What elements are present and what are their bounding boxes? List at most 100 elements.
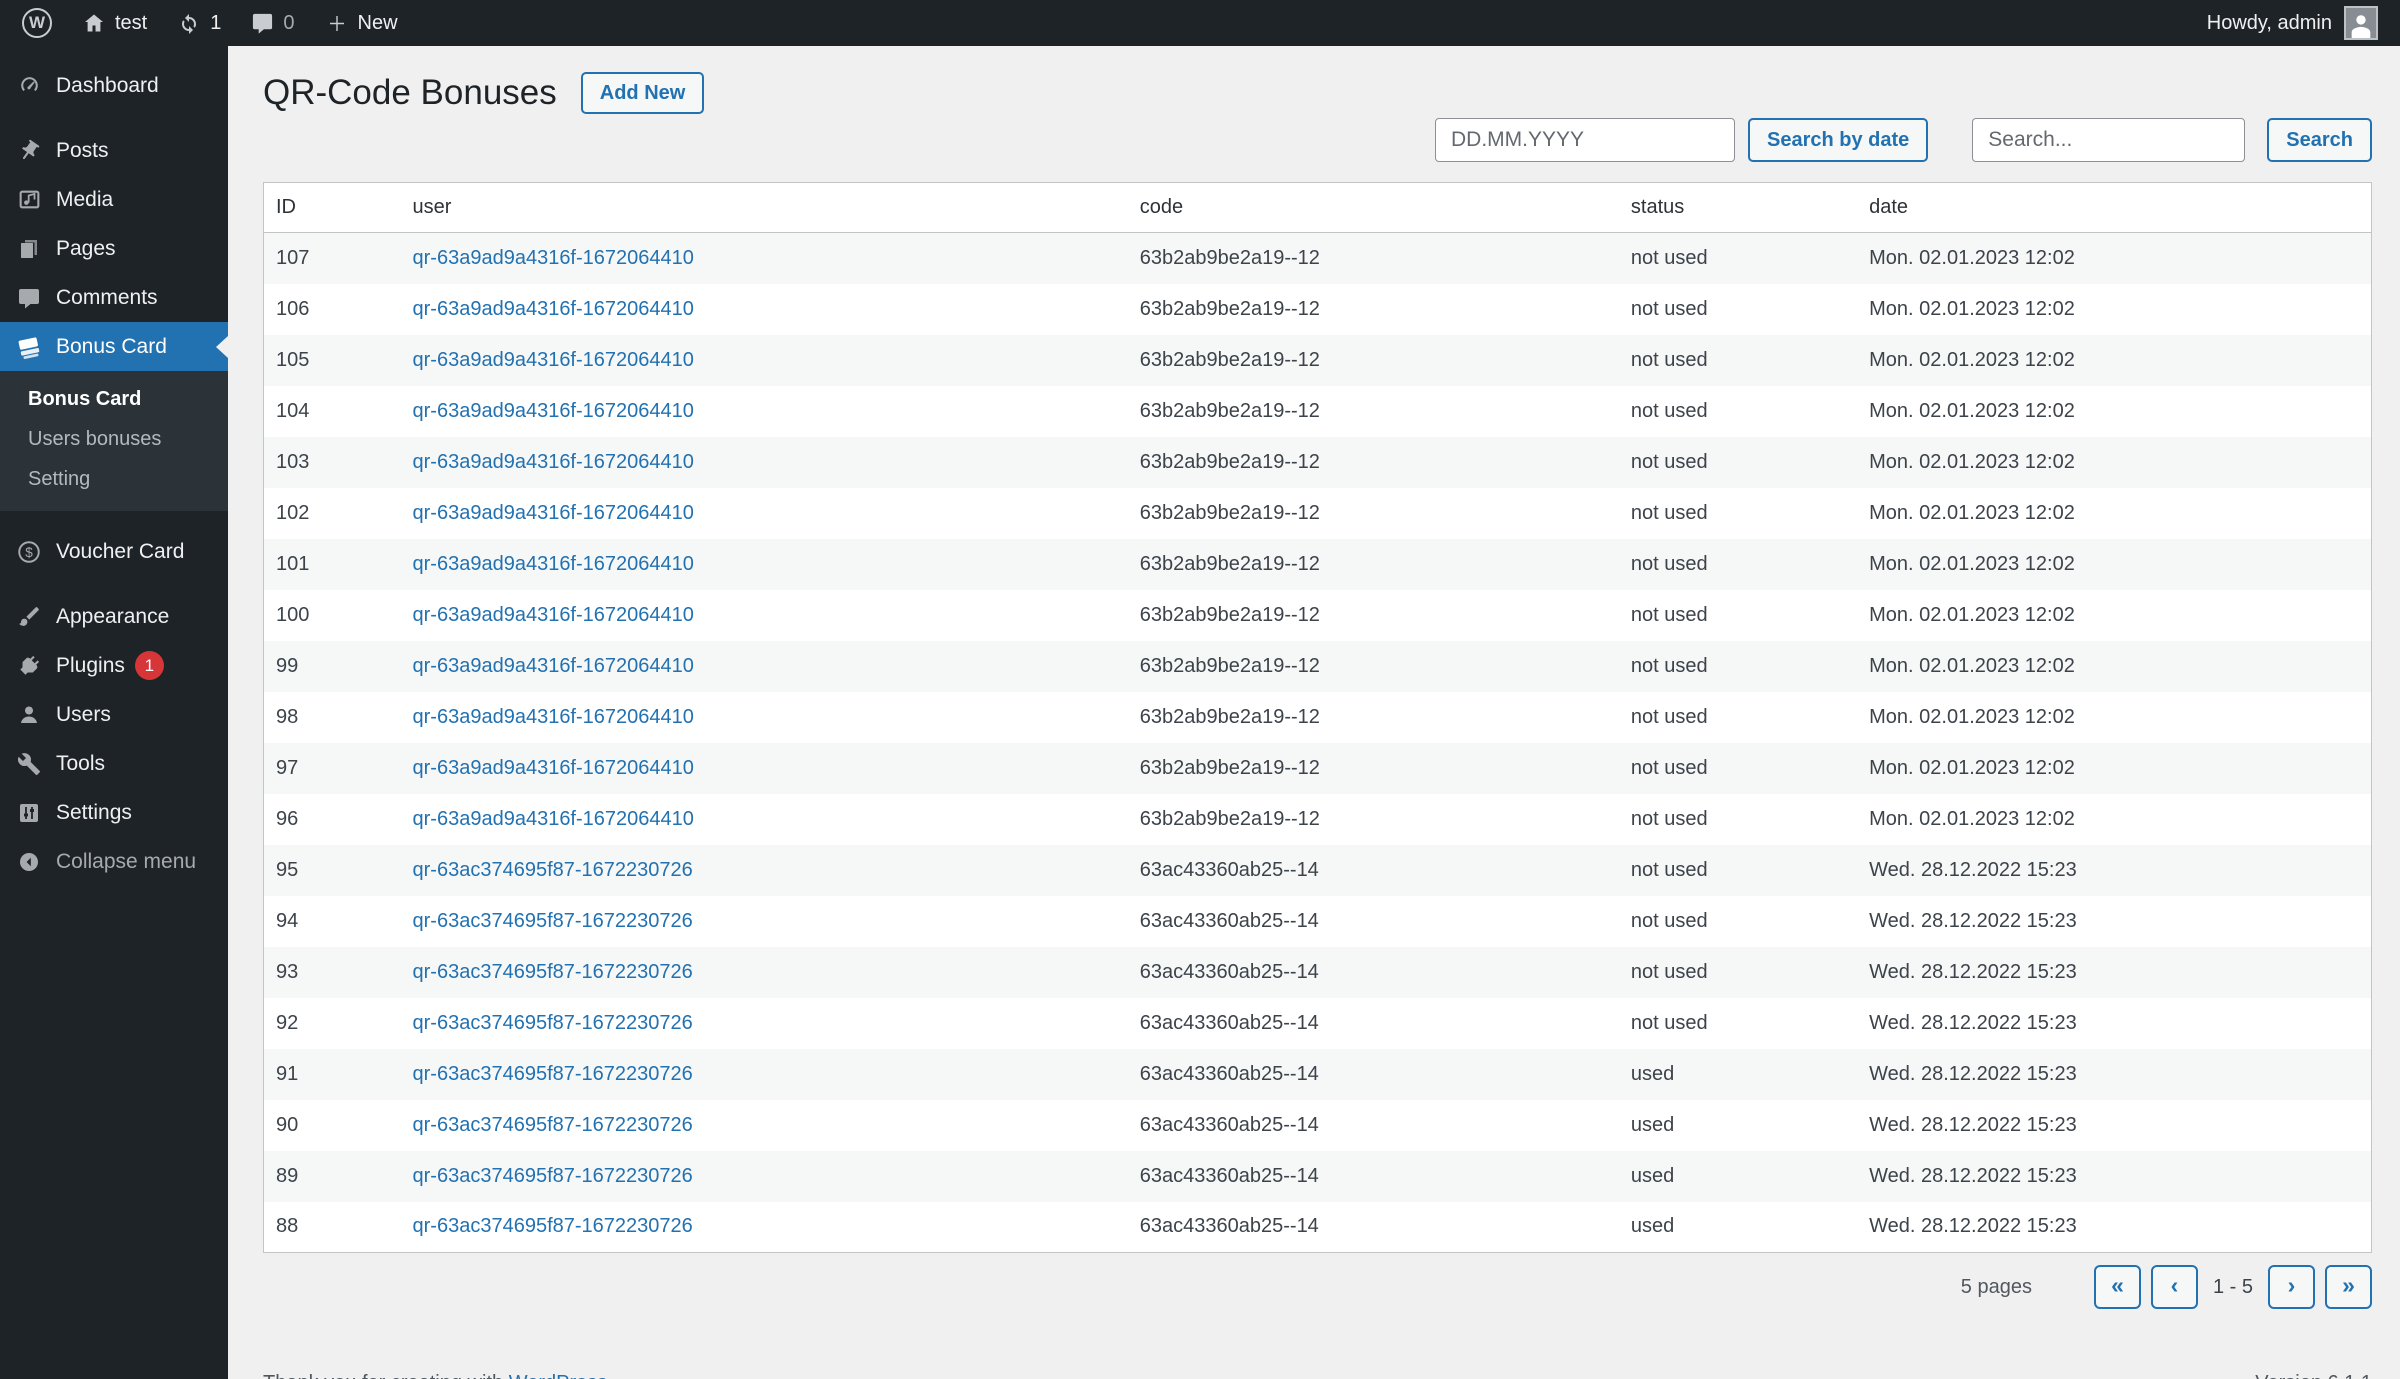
user-link[interactable]: qr-63ac374695f87-1672230726 <box>413 1063 693 1085</box>
cell-user: qr-63a9ad9a4316f-1672064410 <box>401 590 1128 641</box>
footer-thanks-period: . <box>607 1372 613 1379</box>
cell-date: Mon. 02.01.2023 12:02 <box>1869 603 2075 626</box>
add-new-button[interactable]: Add New <box>580 72 705 114</box>
cell-status: used <box>1630 1062 1675 1085</box>
submenu-item-users-bonuses[interactable]: Users bonuses <box>0 419 228 459</box>
user-link[interactable]: qr-63a9ad9a4316f-1672064410 <box>413 757 694 779</box>
sidebar-item-media[interactable]: Media <box>0 175 228 224</box>
home-icon <box>82 11 106 35</box>
search-input[interactable] <box>1972 118 2246 162</box>
user-link[interactable]: qr-63a9ad9a4316f-1672064410 <box>413 349 694 371</box>
cell-id: 107 <box>276 246 310 269</box>
sidebar-label-media: Media <box>56 187 114 211</box>
user-link[interactable]: qr-63ac374695f87-1672230726 <box>413 910 693 932</box>
footer-thanks: Thank you for creating with WordPress. <box>263 1372 613 1379</box>
user-link[interactable]: qr-63a9ad9a4316f-1672064410 <box>413 808 694 830</box>
updates-link[interactable]: 1 <box>177 11 221 35</box>
user-link[interactable]: qr-63ac374695f87-1672230726 <box>413 961 693 983</box>
sidebar-item-appearance[interactable]: Appearance <box>0 592 228 641</box>
next-page-button[interactable]: › <box>2268 1265 2315 1309</box>
sidebar-label-posts: Posts <box>56 138 109 162</box>
cell-user: qr-63ac374695f87-1672230726 <box>401 1049 1128 1100</box>
table-row: 102 qr-63a9ad9a4316f-1672064410 63b2ab9b… <box>264 488 2372 539</box>
user-link[interactable]: qr-63ac374695f87-1672230726 <box>413 1215 693 1237</box>
cell-id: 105 <box>276 348 310 371</box>
sidebar-item-comments[interactable]: Comments <box>0 273 228 322</box>
howdy-text[interactable]: Howdy, admin <box>2207 12 2332 35</box>
user-link[interactable]: qr-63ac374695f87-1672230726 <box>413 1165 693 1187</box>
cell-id: 97 <box>276 756 299 779</box>
user-link[interactable]: qr-63a9ad9a4316f-1672064410 <box>413 502 694 524</box>
date-input[interactable] <box>1434 118 1735 162</box>
dashboard-icon <box>14 73 44 98</box>
sidebar-item-tools[interactable]: Tools <box>0 739 228 788</box>
cell-status: not used <box>1630 297 1708 320</box>
main-content: QR-Code Bonuses Add New Search by date S… <box>228 46 2400 1379</box>
user-link[interactable]: qr-63a9ad9a4316f-1672064410 <box>413 451 694 473</box>
avatar[interactable] <box>2344 6 2378 40</box>
wordpress-menu[interactable]: W <box>22 8 52 38</box>
user-link[interactable]: qr-63a9ad9a4316f-1672064410 <box>413 400 694 422</box>
sidebar-item-posts[interactable]: Posts <box>0 126 228 175</box>
table-row: 101 qr-63a9ad9a4316f-1672064410 63b2ab9b… <box>263 538 2372 590</box>
table-body: 107 qr-63a9ad9a4316f-1672064410 63b2ab9b… <box>263 232 2372 1253</box>
menu-separator <box>0 511 228 527</box>
cell-status: not used <box>1630 603 1708 626</box>
cell-user: qr-63ac374695f87-1672230726 <box>401 1151 1128 1202</box>
cell-date: Wed. 28.12.2022 15:23 <box>1869 1164 2077 1187</box>
cell-code: 63b2ab9be2a19--12 <box>1139 705 1320 728</box>
search-by-date-button[interactable]: Search by date <box>1747 118 1929 162</box>
cell-date: Wed. 28.12.2022 15:23 <box>1869 1062 2077 1085</box>
sidebar-label-voucher-card: Voucher Card <box>56 539 185 563</box>
cell-status: used <box>1630 1164 1675 1187</box>
sidebar-item-settings[interactable]: Settings <box>0 788 228 837</box>
last-page-button[interactable]: » <box>2325 1265 2372 1309</box>
comments-link[interactable]: 0 <box>251 12 295 35</box>
wordpress-link[interactable]: WordPress <box>509 1372 608 1379</box>
settings-icon <box>14 801 44 825</box>
column-header-code: code <box>1127 182 1619 233</box>
wordpress-logo-icon: W <box>22 8 52 38</box>
prev-page-button[interactable]: ‹ <box>2150 1265 2198 1309</box>
cell-code: 63b2ab9be2a19--12 <box>1139 654 1320 677</box>
submenu-item-bonus-card[interactable]: Bonus Card <box>0 379 228 419</box>
user-link[interactable]: qr-63ac374695f87-1672230726 <box>413 1114 693 1136</box>
user-link[interactable]: qr-63a9ad9a4316f-1672064410 <box>413 655 694 677</box>
table-header-row: ID user code status date <box>263 182 2372 233</box>
search-button[interactable]: Search <box>2267 118 2372 162</box>
sidebar-item-plugins[interactable]: Plugins 1 <box>0 641 228 690</box>
user-link[interactable]: qr-63ac374695f87-1672230726 <box>413 1012 693 1034</box>
user-link[interactable]: qr-63a9ad9a4316f-1672064410 <box>413 604 694 626</box>
cell-status: not used <box>1630 450 1708 473</box>
sidebar-item-dashboard[interactable]: Dashboard <box>0 61 228 110</box>
collapse-arrow-icon <box>14 850 44 874</box>
table-row: 106 qr-63a9ad9a4316f-1672064410 63b2ab9b… <box>264 284 2372 335</box>
sidebar-item-users[interactable]: Users <box>0 690 228 739</box>
site-link[interactable]: test <box>82 11 147 35</box>
cell-id: 104 <box>276 399 310 422</box>
cell-id: 103 <box>276 450 310 473</box>
user-link[interactable]: qr-63a9ad9a4316f-1672064410 <box>413 553 694 575</box>
new-content-link[interactable]: New <box>325 11 398 35</box>
table-row: 94 qr-63ac374695f87-1672230726 63ac43360… <box>264 896 2372 947</box>
user-link[interactable]: qr-63a9ad9a4316f-1672064410 <box>413 298 694 320</box>
user-link[interactable]: qr-63ac374695f87-1672230726 <box>413 859 693 881</box>
cell-id: 100 <box>276 603 310 626</box>
user-link[interactable]: qr-63a9ad9a4316f-1672064410 <box>413 247 694 269</box>
cell-status: used <box>1630 1215 1675 1238</box>
sidebar-item-collapse-menu[interactable]: Collapse menu <box>0 837 228 886</box>
page-range-label: 1 - 5 <box>2212 1275 2253 1298</box>
footer-thanks-text: Thank you for creating with <box>263 1372 509 1379</box>
submenu-item-setting[interactable]: Setting <box>0 459 228 499</box>
sidebar-item-bonus-card[interactable]: Bonus Card <box>0 322 228 371</box>
sidebar-item-pages[interactable]: Pages <box>0 224 228 273</box>
cell-status: not used <box>1630 858 1708 881</box>
cell-date: Mon. 02.01.2023 12:02 <box>1869 756 2075 779</box>
cell-user: qr-63a9ad9a4316f-1672064410 <box>401 794 1128 845</box>
cell-date: Wed. 28.12.2022 15:23 <box>1869 960 2077 983</box>
cell-user: qr-63ac374695f87-1672230726 <box>401 845 1128 896</box>
first-page-button[interactable]: « <box>2093 1265 2141 1309</box>
user-link[interactable]: qr-63a9ad9a4316f-1672064410 <box>413 706 694 728</box>
sidebar-item-voucher-card[interactable]: $ Voucher Card <box>0 527 228 576</box>
cell-id: 99 <box>276 654 299 677</box>
